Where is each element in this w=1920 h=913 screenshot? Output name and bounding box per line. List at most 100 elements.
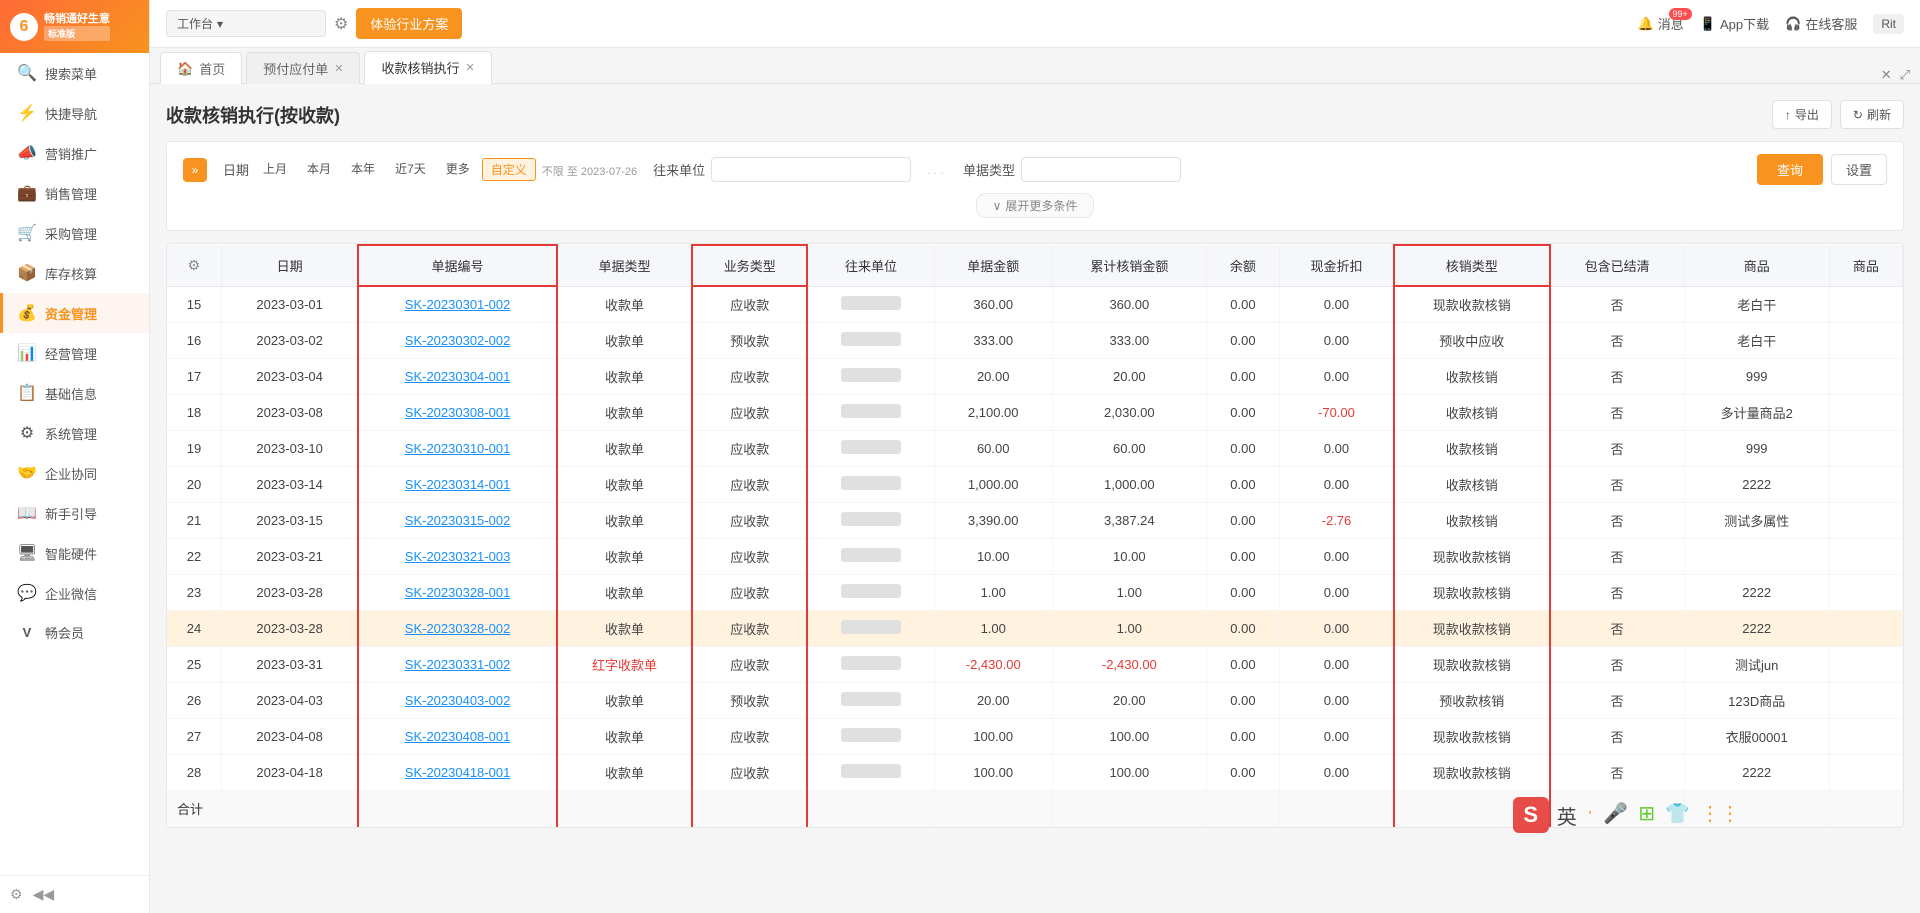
- sidebar-item-hardware[interactable]: 🖥 智能硬件: [0, 533, 149, 573]
- table-row[interactable]: 19 2023-03-10 SK-20230310-001 收款单 应收款 60…: [167, 431, 1903, 467]
- bill-no-link[interactable]: SK-20230302-002: [405, 333, 511, 348]
- app-download-link[interactable]: 📱 App下载: [1700, 14, 1769, 33]
- settings-bottom-icon[interactable]: ⚙: [10, 886, 23, 903]
- bill-no-link[interactable]: SK-20230403-002: [405, 693, 511, 708]
- sidebar-item-management[interactable]: 📊 经营管理: [0, 333, 149, 373]
- sidebar-item-basic[interactable]: 📋 基础信息: [0, 373, 149, 413]
- expand-icon[interactable]: ⤢: [1900, 67, 1910, 83]
- table-row[interactable]: 17 2023-03-04 SK-20230304-001 收款单 应收款 20…: [167, 359, 1903, 395]
- cell-include-settled: 否: [1550, 611, 1685, 647]
- col-vendor: 往来单位: [807, 245, 934, 286]
- tab-home[interactable]: 🏠 首页: [160, 52, 242, 84]
- cell-balance: 0.00: [1206, 755, 1279, 791]
- bill-no-link[interactable]: SK-20230310-001: [405, 441, 511, 456]
- cell-bill-type: 收款单: [557, 683, 692, 719]
- bill-no-link[interactable]: SK-20230408-001: [405, 729, 511, 744]
- sidebar-item-member[interactable]: V 畅会员: [0, 613, 149, 652]
- bill-no-link[interactable]: SK-20230328-001: [405, 585, 511, 600]
- sidebar-item-sales[interactable]: 💼 销售管理: [0, 173, 149, 213]
- date-this-year[interactable]: 本年: [343, 158, 383, 181]
- table-row[interactable]: 27 2023-04-08 SK-20230408-001 收款单 应收款 10…: [167, 719, 1903, 755]
- sidebar-item-finance[interactable]: 💰 资金管理: [0, 293, 149, 333]
- date-last-7days[interactable]: 近7天: [387, 158, 434, 181]
- cell-vendor: [807, 323, 934, 359]
- sidebar-item-quick[interactable]: ⚡ 快捷导航: [0, 93, 149, 133]
- gear-icon[interactable]: ⚙: [334, 14, 348, 34]
- online-service-link[interactable]: 🎧 在线客服: [1785, 14, 1857, 33]
- sidebar-item-wechat[interactable]: 💬 企业微信: [0, 573, 149, 613]
- bill-type-select[interactable]: [1021, 157, 1181, 182]
- filter-settings-button[interactable]: 设置: [1831, 154, 1887, 185]
- tab-collection[interactable]: 收款核销执行 ✕: [364, 51, 491, 84]
- sidebar-item-collab[interactable]: 🤝 企业协同: [0, 453, 149, 493]
- bill-no-link[interactable]: SK-20230418-001: [405, 765, 511, 780]
- table-row[interactable]: 21 2023-03-15 SK-20230315-002 收款单 应收款 3,…: [167, 503, 1903, 539]
- table-row[interactable]: 24 2023-03-28 SK-20230328-002 收款单 应收款 1.…: [167, 611, 1903, 647]
- cell-no: 23: [167, 575, 221, 611]
- sidebar-item-purchase[interactable]: 🛒 采购管理: [0, 213, 149, 253]
- system-icon: ⚙: [17, 423, 37, 443]
- message-button[interactable]: 🔔 消息 99+: [1638, 14, 1684, 33]
- tab-close-prepayment[interactable]: ✕: [334, 62, 343, 75]
- tab-close-collection[interactable]: ✕: [465, 61, 474, 74]
- expand-more-button[interactable]: ∨ 展开更多条件: [976, 193, 1095, 218]
- date-this-month[interactable]: 本月: [299, 158, 339, 181]
- topbar: 工作台 ▾ ⚙ 体验行业方案 🔔 消息 99+ 📱 App下载 🎧 在线客服 R…: [150, 0, 1920, 48]
- chevron-down-icon: ∨: [993, 199, 1002, 213]
- cell-balance: 0.00: [1206, 395, 1279, 431]
- export-button[interactable]: ↑ 导出: [1772, 100, 1832, 129]
- bill-no-link[interactable]: SK-20230321-003: [405, 549, 511, 564]
- bill-no-link[interactable]: SK-20230328-002: [405, 621, 511, 636]
- table-row[interactable]: 18 2023-03-08 SK-20230308-001 收款单 应收款 2,…: [167, 395, 1903, 431]
- filter-expand-button[interactable]: »: [183, 158, 207, 182]
- vendor-input[interactable]: [711, 157, 911, 182]
- tab-prepayment[interactable]: 预付应付单 ✕: [246, 52, 360, 84]
- cell-vendor: [807, 683, 934, 719]
- cell-include-settled: 否: [1550, 539, 1685, 575]
- cell-date: 2023-04-03: [221, 683, 358, 719]
- cell-date: 2023-03-28: [221, 575, 358, 611]
- cell-cash-discount: -70.00: [1280, 395, 1394, 431]
- close-all-icon[interactable]: ✕: [1881, 67, 1892, 83]
- user-avatar[interactable]: Rit: [1873, 14, 1904, 34]
- cell-date: 2023-04-18: [221, 755, 358, 791]
- cell-amount: 1,000.00: [934, 467, 1052, 503]
- date-custom[interactable]: 自定义: [482, 158, 536, 181]
- sidebar-item-system[interactable]: ⚙ 系统管理: [0, 413, 149, 453]
- col-gear-icon[interactable]: ⚙: [188, 257, 201, 273]
- bill-no-link[interactable]: SK-20230304-001: [405, 369, 511, 384]
- cell-goods2: [1829, 647, 1902, 683]
- bill-no-link[interactable]: SK-20230308-001: [405, 405, 511, 420]
- cell-amount: 3,390.00: [934, 503, 1052, 539]
- query-button[interactable]: 查询: [1757, 154, 1823, 185]
- table-row[interactable]: 28 2023-04-18 SK-20230418-001 收款单 应收款 10…: [167, 755, 1903, 791]
- table-row[interactable]: 26 2023-04-03 SK-20230403-002 收款单 预收款 20…: [167, 683, 1903, 719]
- table-row[interactable]: 25 2023-03-31 SK-20230331-002 红字收款单 应收款 …: [167, 647, 1903, 683]
- cell-accum-cancel: -2,430.00: [1052, 647, 1206, 683]
- table-row[interactable]: 23 2023-03-28 SK-20230328-001 收款单 应收款 1.…: [167, 575, 1903, 611]
- collapse-icon[interactable]: ◀◀: [33, 886, 55, 903]
- bill-no-link[interactable]: SK-20230301-002: [405, 297, 511, 312]
- industry-solution-button[interactable]: 体验行业方案: [356, 8, 462, 39]
- table-row[interactable]: 22 2023-03-21 SK-20230321-003 收款单 应收款 10…: [167, 539, 1903, 575]
- table-row[interactable]: 16 2023-03-02 SK-20230302-002 收款单 预收款 33…: [167, 323, 1903, 359]
- sidebar-item-guide[interactable]: 📖 新手引导: [0, 493, 149, 533]
- filter-vendor-group: 往来单位: [653, 157, 911, 182]
- sidebar-item-inventory[interactable]: 📦 库存核算: [0, 253, 149, 293]
- cell-cancel-type: 收款核销: [1394, 431, 1550, 467]
- date-last-month[interactable]: 上月: [255, 158, 295, 181]
- bill-no-link[interactable]: SK-20230314-001: [405, 477, 511, 492]
- cell-no: 27: [167, 719, 221, 755]
- bill-no-link[interactable]: SK-20230315-002: [405, 513, 511, 528]
- cell-goods2: [1829, 431, 1902, 467]
- refresh-button[interactable]: ↻ 刷新: [1840, 100, 1904, 129]
- sidebar-item-marketing[interactable]: 📣 营销推广: [0, 133, 149, 173]
- bill-no-link[interactable]: SK-20230331-002: [405, 657, 511, 672]
- cell-goods2: [1829, 539, 1902, 575]
- table-row[interactable]: 20 2023-03-14 SK-20230314-001 收款单 应收款 1,…: [167, 467, 1903, 503]
- table-row[interactable]: 15 2023-03-01 SK-20230301-002 收款单 应收款 36…: [167, 286, 1903, 323]
- sidebar-item-search[interactable]: 🔍 搜索菜单: [0, 53, 149, 93]
- date-more[interactable]: 更多: [438, 158, 478, 181]
- workspace-selector[interactable]: 工作台 ▾: [166, 10, 326, 37]
- col-setting[interactable]: ⚙: [167, 245, 221, 286]
